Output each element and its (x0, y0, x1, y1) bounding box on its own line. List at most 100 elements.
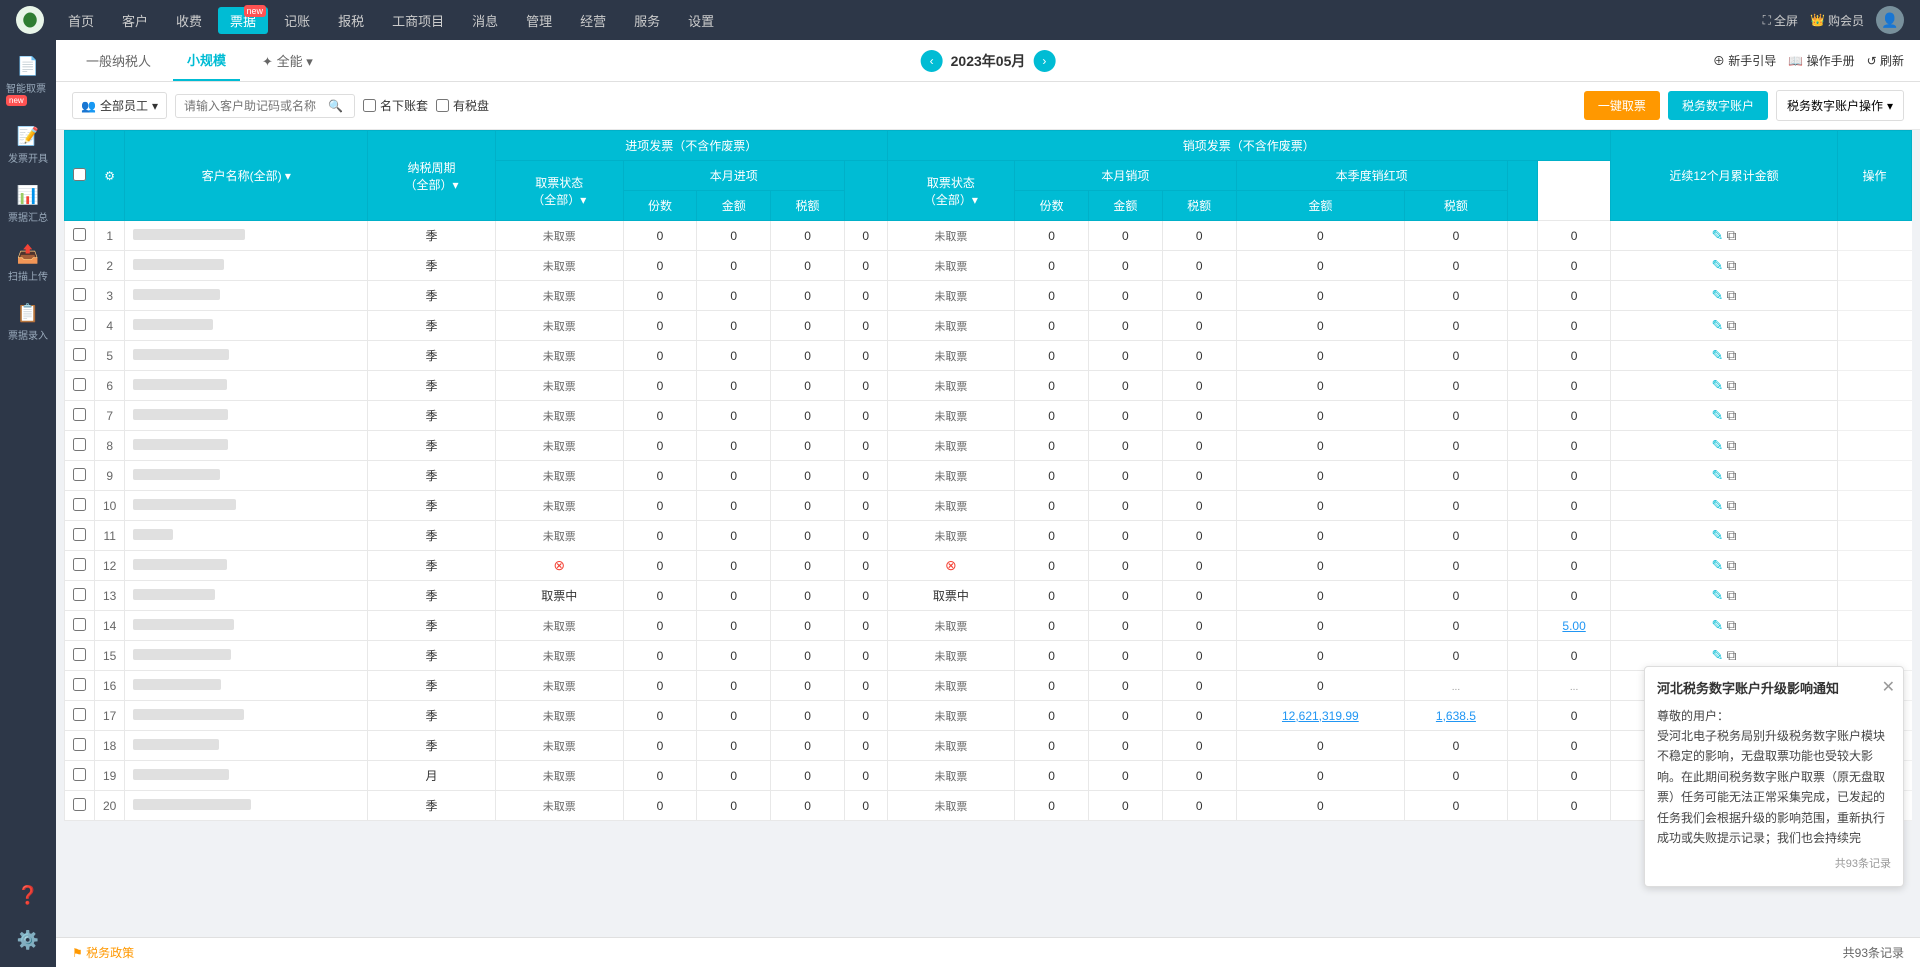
row-select-checkbox[interactable] (73, 738, 86, 751)
nav-invoice[interactable]: 票据 new (218, 7, 268, 34)
edit-button[interactable]: ✎ (1711, 317, 1723, 333)
row-select-checkbox[interactable] (73, 348, 86, 361)
subtab-general[interactable]: 一般纳税人 (72, 41, 165, 80)
sidebar-item-help[interactable]: ❓ (2, 877, 54, 914)
tax-disk-filter-checkbox[interactable]: 有税盘 (436, 97, 489, 114)
sidebar-item-smart-invoice[interactable]: 📄 智能取票 new (2, 48, 54, 114)
guide-button[interactable]: ⊕ 新手引导 (1713, 52, 1776, 69)
copy-button[interactable]: ⧉ (1727, 587, 1737, 603)
edit-button[interactable]: ✎ (1711, 497, 1723, 513)
row-select-checkbox[interactable] (73, 648, 86, 661)
refresh-button[interactable]: ↺ 刷新 (1867, 52, 1904, 69)
row-select-checkbox[interactable] (73, 258, 86, 271)
tax-policy-link[interactable]: ⚑ 税务政策 (72, 944, 134, 961)
subtab-small[interactable]: 小规模 (173, 40, 240, 81)
nav-operation[interactable]: 经营 (568, 7, 618, 34)
copy-button[interactable]: ⧉ (1727, 227, 1737, 243)
manual-button[interactable]: 📖 操作手册 (1788, 52, 1854, 69)
copy-button[interactable]: ⧉ (1727, 287, 1737, 303)
edit-button[interactable]: ✎ (1711, 617, 1723, 633)
row-select-checkbox[interactable] (73, 528, 86, 541)
fullscreen-button[interactable]: ⛶ 全屏 (1763, 12, 1798, 29)
copy-button[interactable]: ⧉ (1727, 347, 1737, 363)
edit-button[interactable]: ✎ (1711, 467, 1723, 483)
edit-button[interactable]: ✎ (1711, 587, 1723, 603)
copy-button[interactable]: ⧉ (1727, 647, 1737, 663)
row-select-checkbox[interactable] (73, 498, 86, 511)
row-select-checkbox[interactable] (73, 678, 86, 691)
subtab-all[interactable]: ✦ 全能 ▾ (248, 41, 327, 80)
nav-customer[interactable]: 客户 (110, 7, 160, 34)
search-input[interactable] (184, 99, 324, 113)
copy-button[interactable]: ⧉ (1727, 497, 1737, 513)
user-avatar[interactable]: 👤 (1876, 6, 1904, 34)
copy-button[interactable]: ⧉ (1727, 527, 1737, 543)
tax-disk-checkbox[interactable] (436, 99, 449, 112)
nav-accounting[interactable]: 记账 (272, 7, 322, 34)
row-select-checkbox[interactable] (73, 588, 86, 601)
copy-button[interactable]: ⧉ (1727, 557, 1737, 573)
sidebar-item-open-invoice[interactable]: 📝 发票开具 (2, 118, 54, 173)
row-number-cell: 1 (95, 221, 125, 251)
nav-service[interactable]: 服务 (622, 7, 672, 34)
copy-button[interactable]: ⧉ (1727, 407, 1737, 423)
edit-button[interactable]: ✎ (1711, 347, 1723, 363)
edit-button[interactable]: ✎ (1711, 407, 1723, 423)
nav-message[interactable]: 消息 (460, 7, 510, 34)
copy-button[interactable]: ⧉ (1727, 467, 1737, 483)
row-select-checkbox[interactable] (73, 228, 86, 241)
row-select-checkbox[interactable] (73, 468, 86, 481)
search-box[interactable]: 🔍 (175, 94, 355, 118)
out-count-cell: 0 (1015, 491, 1089, 521)
employee-filter[interactable]: 👥 全部员工 ▾ (72, 92, 167, 119)
row-select-checkbox[interactable] (73, 438, 86, 451)
row-number-cell: 19 (95, 761, 125, 791)
copy-button[interactable]: ⧉ (1727, 617, 1737, 633)
edit-button[interactable]: ✎ (1711, 257, 1723, 273)
row-select-checkbox[interactable] (73, 378, 86, 391)
nav-business[interactable]: 工商项目 (380, 7, 456, 34)
nav-billing[interactable]: 收费 (164, 7, 214, 34)
nav-management[interactable]: 管理 (514, 7, 564, 34)
one-click-invoice-button[interactable]: 一键取票 (1584, 91, 1660, 120)
sidebar-item-settings[interactable]: ⚙️ (2, 922, 54, 959)
edit-button[interactable]: ✎ (1711, 377, 1723, 393)
copy-button[interactable]: ⧉ (1727, 257, 1737, 273)
date-next-button[interactable]: › (1033, 50, 1055, 72)
date-prev-button[interactable]: ‹ (921, 50, 943, 72)
edit-button[interactable]: ✎ (1711, 527, 1723, 543)
row-select-checkbox[interactable] (73, 618, 86, 631)
row-number-cell: 16 (95, 671, 125, 701)
copy-button[interactable]: ⧉ (1727, 317, 1737, 333)
sidebar-item-record[interactable]: 📋 票据录入 (2, 295, 54, 350)
in-amount-cell: 0 (697, 281, 771, 311)
edit-button[interactable]: ✎ (1711, 287, 1723, 303)
edit-button[interactable]: ✎ (1711, 557, 1723, 573)
nav-settings[interactable]: 设置 (676, 7, 726, 34)
edit-button[interactable]: ✎ (1711, 437, 1723, 453)
copy-button[interactable]: ⧉ (1727, 437, 1737, 453)
account-filter-checkbox[interactable]: 名下账套 (363, 97, 428, 114)
row-select-checkbox[interactable] (73, 798, 86, 811)
row-select-checkbox[interactable] (73, 288, 86, 301)
row-select-checkbox[interactable] (73, 708, 86, 721)
edit-button[interactable]: ✎ (1711, 227, 1723, 243)
tax-ops-button[interactable]: 税务数字账户操作 ▾ (1776, 90, 1904, 121)
sidebar-item-scan[interactable]: 📤 扫描上传 (2, 236, 54, 291)
notification-close-button[interactable]: ✕ (1882, 675, 1895, 701)
nav-home[interactable]: 首页 (56, 7, 106, 34)
copy-button[interactable]: ⧉ (1727, 377, 1737, 393)
edit-button[interactable]: ✎ (1711, 647, 1723, 663)
member-button[interactable]: 👑 购会员 (1810, 12, 1864, 29)
nav-tax[interactable]: 报税 (326, 7, 376, 34)
row-select-checkbox[interactable] (73, 558, 86, 571)
sidebar-item-summary[interactable]: 📊 票据汇总 (2, 177, 54, 232)
account-checkbox[interactable] (363, 99, 376, 112)
select-all-checkbox[interactable] (73, 168, 86, 181)
ops-cell: ✎ ⧉ (1610, 311, 1837, 341)
tax-period-cell: 季 (368, 431, 496, 461)
row-select-checkbox[interactable] (73, 408, 86, 421)
row-select-checkbox[interactable] (73, 768, 86, 781)
row-select-checkbox[interactable] (73, 318, 86, 331)
tax-account-button[interactable]: 税务数字账户 (1668, 91, 1768, 120)
